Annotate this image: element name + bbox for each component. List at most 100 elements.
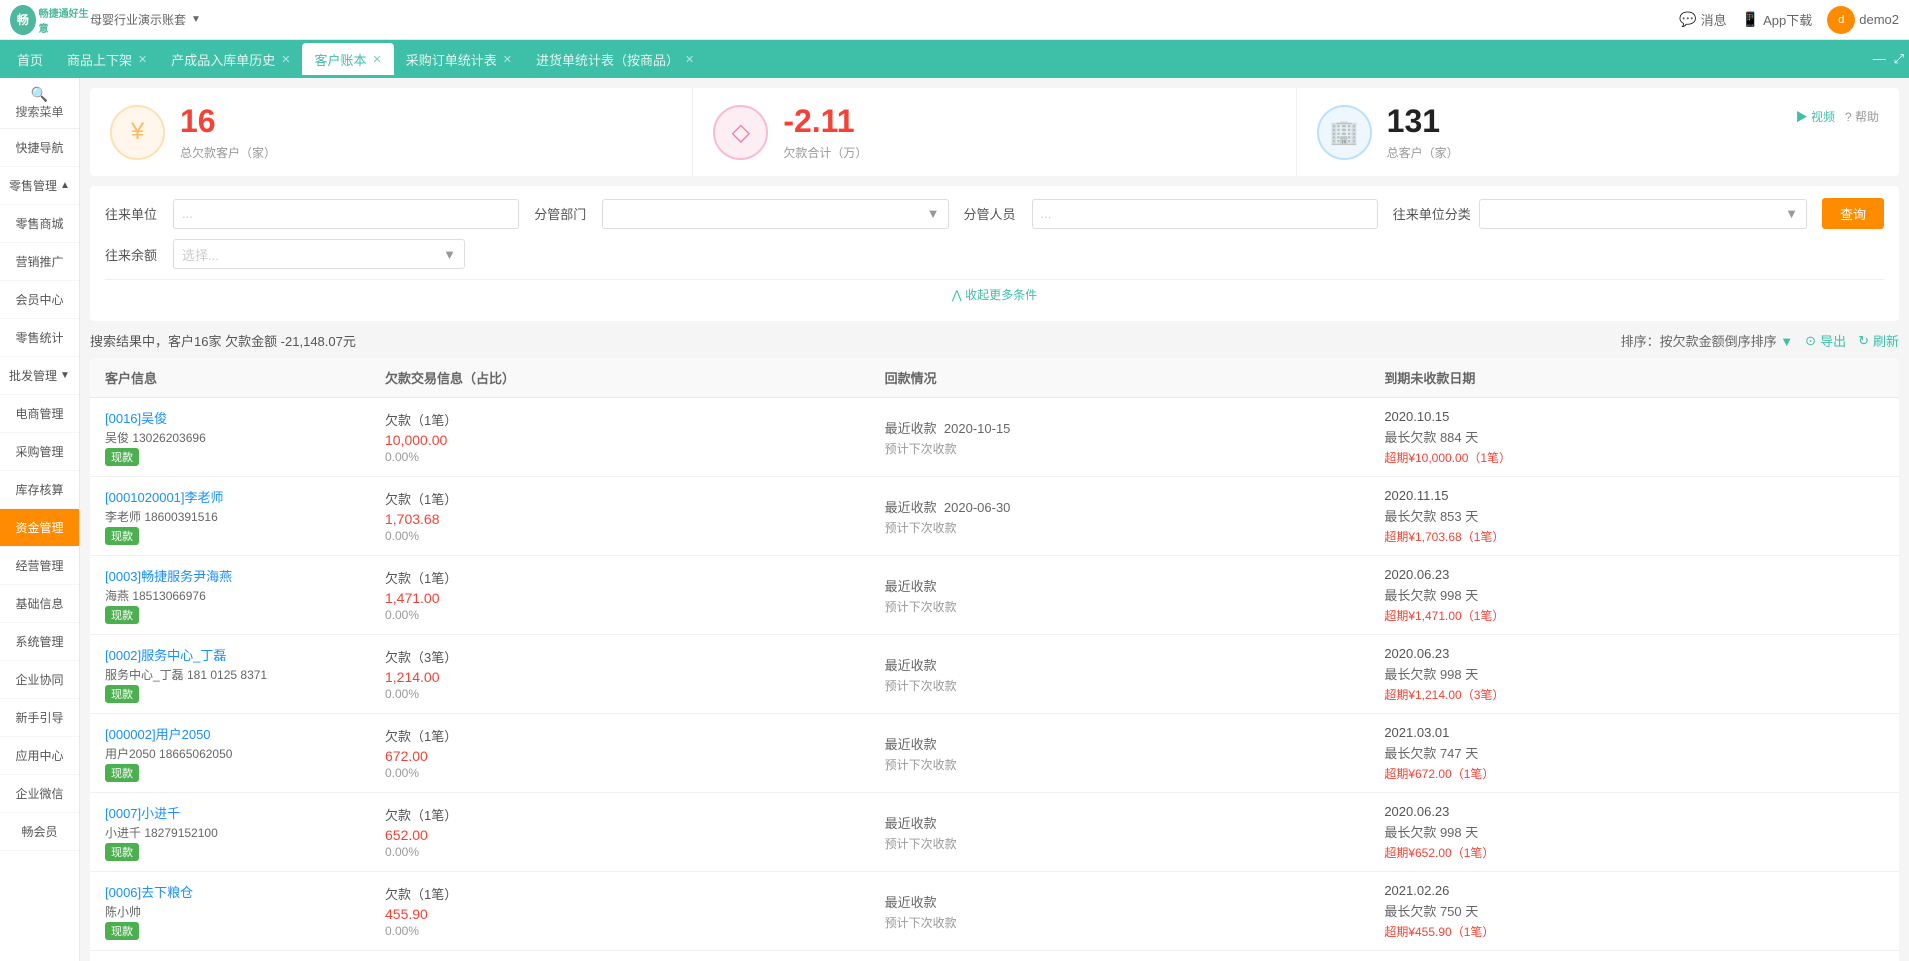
- tab-home[interactable]: 首页: [5, 43, 55, 75]
- department-input[interactable]: ▼: [602, 199, 948, 229]
- sidebar-item-operations[interactable]: 经营管理: [0, 547, 79, 585]
- col-header-debt: 欠款交易信息（占比）: [385, 368, 885, 387]
- results-actions: 排序：按欠款金额倒序排序 ▼ ⊙ 导出 ↻ 刷新: [1621, 331, 1899, 350]
- person-input[interactable]: ...: [1032, 199, 1378, 229]
- tab-close-icon[interactable]: ✕: [503, 53, 512, 66]
- stat-label-1: 总欠款客户（家）: [180, 144, 276, 161]
- customer-name-3[interactable]: [0002]服务中心_丁磊: [105, 648, 226, 663]
- overdue-date-2: 2020.06.23: [1384, 567, 1884, 582]
- app-download-btn[interactable]: 📱 App下载: [1742, 10, 1813, 29]
- overdue-link-0[interactable]: 超期¥10,000.00（1笔）: [1384, 449, 1884, 466]
- table-header: 客户信息 欠款交易信息（占比） 回款情况 到期未收款日期: [90, 358, 1899, 398]
- logo-area: 畅 畅捷通好生意: [10, 5, 90, 35]
- tab-bar-end: — ⤢: [1873, 51, 1904, 67]
- app-logo[interactable]: 畅: [10, 5, 36, 35]
- tab-purchase-stats[interactable]: 进货单统计表（按商品） ✕: [524, 43, 706, 75]
- stat-info-3: 131 总客户（家）: [1387, 103, 1459, 161]
- customer-tag-3: 现款: [105, 685, 139, 703]
- customer-info-1: [0001020001]李老师 李老师 18600391516 现款: [105, 487, 385, 545]
- sidebar-item-finance[interactable]: 资金管理: [0, 509, 79, 547]
- message-btn[interactable]: 💬 消息: [1679, 10, 1726, 29]
- customer-name-0[interactable]: [0016]吴俊: [105, 411, 167, 426]
- overdue-link-2[interactable]: 超期¥1,471.00（1笔）: [1384, 607, 1884, 624]
- sidebar-item-inventory[interactable]: 库存核算: [0, 471, 79, 509]
- export-btn[interactable]: ⊙ 导出: [1805, 331, 1846, 350]
- sidebar-item-retail-stats[interactable]: 零售统计: [0, 319, 79, 357]
- tab-purchase-order[interactable]: 采购订单统计表 ✕: [394, 43, 524, 75]
- sidebar-item-quick-nav[interactable]: 快捷导航: [0, 129, 79, 167]
- sidebar-item-marketing[interactable]: 营销推广: [0, 243, 79, 281]
- sidebar-item-wechat[interactable]: 企业微信: [0, 775, 79, 813]
- customer-info-3: [0002]服务中心_丁磊 服务中心_丁磊 181 0125 8371 现款: [105, 645, 385, 703]
- minimize-icon[interactable]: —: [1873, 51, 1886, 67]
- debt-count-5: 欠款（1笔）: [385, 805, 885, 824]
- sidebar-item-ecommerce[interactable]: 电商管理: [0, 395, 79, 433]
- refresh-btn[interactable]: ↻ 刷新: [1858, 331, 1899, 350]
- debt-info-1: 欠款（1笔） 1,703.68 0.00%: [385, 489, 885, 543]
- balance-input[interactable]: 选择... ▼: [173, 239, 465, 269]
- debt-amount-3: 1,214.00: [385, 669, 885, 685]
- customer-tag-6: 现款: [105, 922, 139, 940]
- filter-row-2: 往来余额 选择... ▼: [105, 239, 1884, 269]
- filter-row-1: 往来单位 ... 分管部门 ▼ 分管人员 ...: [105, 198, 1884, 229]
- maximize-icon[interactable]: ⤢: [1894, 51, 1904, 67]
- sidebar-item-app-center[interactable]: 应用中心: [0, 737, 79, 775]
- tab-close-icon[interactable]: ✕: [685, 53, 694, 66]
- view-btn[interactable]: ▶ 视频: [1796, 108, 1835, 125]
- debt-info-2: 欠款（1笔） 1,471.00 0.00%: [385, 568, 885, 622]
- overdue-info-4: 2021.03.01 最长欠款 747 天 超期¥672.00（1笔）: [1384, 725, 1884, 782]
- unit-category-input[interactable]: ▼: [1479, 199, 1807, 229]
- sidebar-item-retail-mall[interactable]: 零售商城: [0, 205, 79, 243]
- overdue-date-4: 2021.03.01: [1384, 725, 1884, 740]
- customer-name-2[interactable]: [0003]畅捷服务尹海燕: [105, 569, 232, 584]
- stat-top-right-actions: ▶ 视频 ? 帮助: [1796, 103, 1879, 125]
- overdue-link-6[interactable]: 超期¥455.90（1笔）: [1384, 923, 1884, 940]
- sidebar-item-purchase[interactable]: 采购管理: [0, 433, 79, 471]
- sidebar-search[interactable]: 🔍 搜索菜单: [0, 78, 79, 129]
- sidebar-item-basic-info[interactable]: 基础信息: [0, 585, 79, 623]
- search-button[interactable]: 查询: [1822, 198, 1884, 229]
- tab-close-icon[interactable]: ✕: [138, 53, 147, 66]
- customer-name-6[interactable]: [0006]去下粮仓: [105, 885, 193, 900]
- customer-name-5[interactable]: [0007]小进千: [105, 806, 180, 821]
- tab-product-listing[interactable]: 商品上下架 ✕: [55, 43, 159, 75]
- customer-name-1[interactable]: [0001020001]李老师: [105, 490, 224, 505]
- overdue-link-5[interactable]: 超期¥652.00（1笔）: [1384, 844, 1884, 861]
- tab-close-icon[interactable]: ✕: [373, 53, 382, 66]
- customer-name-4[interactable]: [000002]用户2050: [105, 727, 211, 742]
- recovery-next-1: 预计下次收款: [885, 519, 1385, 536]
- help-btn[interactable]: ? 帮助: [1845, 108, 1879, 125]
- user-avatar[interactable]: d demo2: [1827, 6, 1899, 34]
- sidebar-item-system[interactable]: 系统管理: [0, 623, 79, 661]
- store-selector[interactable]: 母婴行业演示账套 ▼: [90, 11, 1679, 28]
- stat-label-2: 欠款合计（万）: [783, 144, 867, 161]
- sidebar-item-wholesale[interactable]: 批发管理 ▼: [0, 357, 79, 395]
- app-name: 畅捷通好生意: [39, 5, 90, 35]
- results-header: 搜索结果中，客户16家 欠款金额 -21,148.07元 排序：按欠款金额倒序排…: [90, 331, 1899, 350]
- recovery-date-4: 最近收款: [885, 734, 1385, 753]
- tab-close-icon[interactable]: ✕: [281, 53, 290, 66]
- sidebar-item-newbie[interactable]: 新手引导: [0, 699, 79, 737]
- collapse-bar[interactable]: ⋀ 收起更多条件: [105, 279, 1884, 309]
- balance-label: 往来余额: [105, 245, 165, 264]
- main-layout: 🔍 搜索菜单 快捷导航 零售管理 ▲ 零售商城 营销推广 会员中心 零售统计 批…: [0, 78, 1909, 961]
- stat-value-2: -2.11: [783, 103, 867, 140]
- overdue-days-6: 最长欠款 750 天: [1384, 901, 1884, 920]
- table-row: [0002]服务中心_丁磊 服务中心_丁磊 181 0125 8371 现款 欠…: [90, 635, 1899, 714]
- sidebar-item-member[interactable]: 会员中心: [0, 281, 79, 319]
- customer-tag-0: 现款: [105, 448, 139, 466]
- sidebar-item-retail-mgmt[interactable]: 零售管理 ▲: [0, 167, 79, 205]
- recovery-info-1: 最近收款 2020-06-30 预计下次收款: [885, 497, 1385, 536]
- sidebar-item-enterprise-collab[interactable]: 企业协同: [0, 661, 79, 699]
- source-unit-input[interactable]: ...: [173, 199, 519, 229]
- tab-finished-goods[interactable]: 产成品入库单历史 ✕: [159, 43, 302, 75]
- recovery-next-6: 预计下次收款: [885, 914, 1385, 931]
- stat-value-1: 16: [180, 103, 276, 140]
- tab-customer-account[interactable]: 客户账本 ✕: [302, 43, 393, 75]
- recovery-info-3: 最近收款 预计下次收款: [885, 655, 1385, 694]
- stat-icon-diamond: ◇: [713, 105, 768, 160]
- sidebar-item-member2[interactable]: 畅会员: [0, 813, 79, 851]
- overdue-link-4[interactable]: 超期¥672.00（1笔）: [1384, 765, 1884, 782]
- overdue-link-1[interactable]: 超期¥1,703.68（1笔）: [1384, 528, 1884, 545]
- overdue-link-3[interactable]: 超期¥1,214.00（3笔）: [1384, 686, 1884, 703]
